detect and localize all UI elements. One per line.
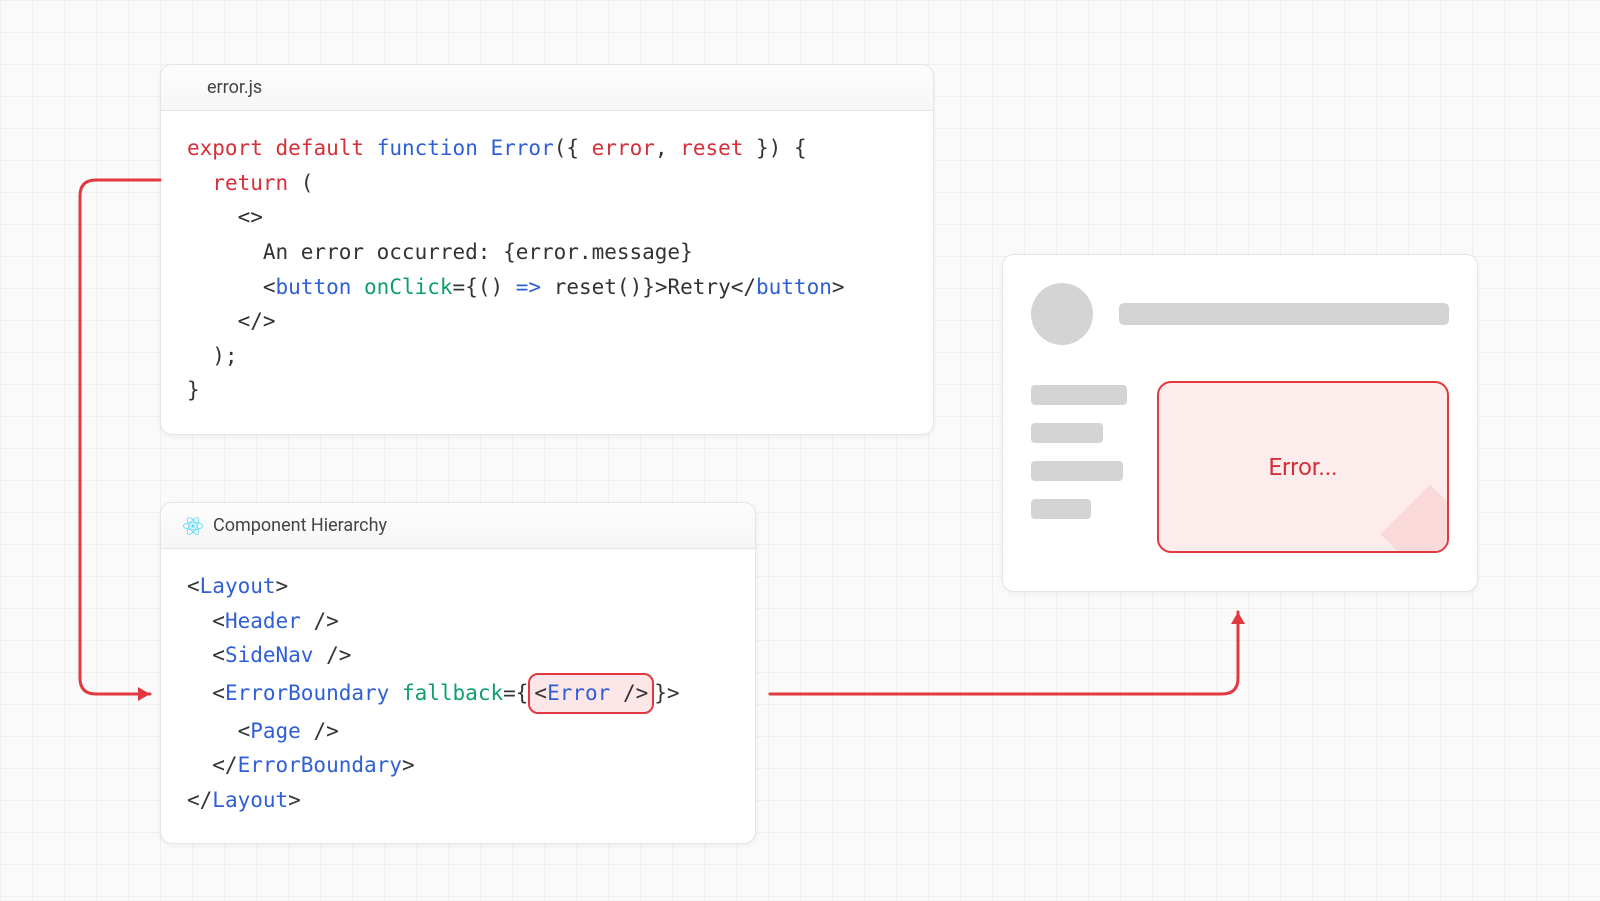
hierarchy-card-header: Component Hierarchy [161, 503, 755, 549]
code-card-body: export default function Error({ error, r… [161, 111, 933, 434]
ui-mock-sidenav-item [1031, 423, 1103, 443]
react-icon [183, 516, 203, 536]
ui-mock-title-bar [1119, 303, 1449, 325]
code-card-errorjs: error.js export default function Error({… [160, 64, 934, 435]
ui-mock-header-row [1031, 283, 1449, 345]
ui-mock-body: Error... [1031, 381, 1449, 553]
hierarchy-card: Component Hierarchy <Layout> <Header /> … [160, 502, 756, 844]
hierarchy-card-body: <Layout> <Header /> <SideNav /> <ErrorBo… [161, 549, 755, 843]
hierarchy-card-title: Component Hierarchy [213, 515, 387, 536]
ui-mock-avatar [1031, 283, 1093, 345]
ui-mock-error-label: Error... [1268, 453, 1337, 481]
ui-mock-sidenav [1031, 381, 1127, 553]
code-card-header: error.js [161, 65, 933, 111]
ui-mock-sidenav-item [1031, 499, 1091, 519]
ui-mock-sidenav-item [1031, 461, 1123, 481]
code-card-filename: error.js [207, 77, 262, 98]
ui-mock-error-panel: Error... [1157, 381, 1449, 553]
ui-mock-sidenav-item [1031, 385, 1127, 405]
ui-mock-card: Error... [1002, 254, 1478, 592]
